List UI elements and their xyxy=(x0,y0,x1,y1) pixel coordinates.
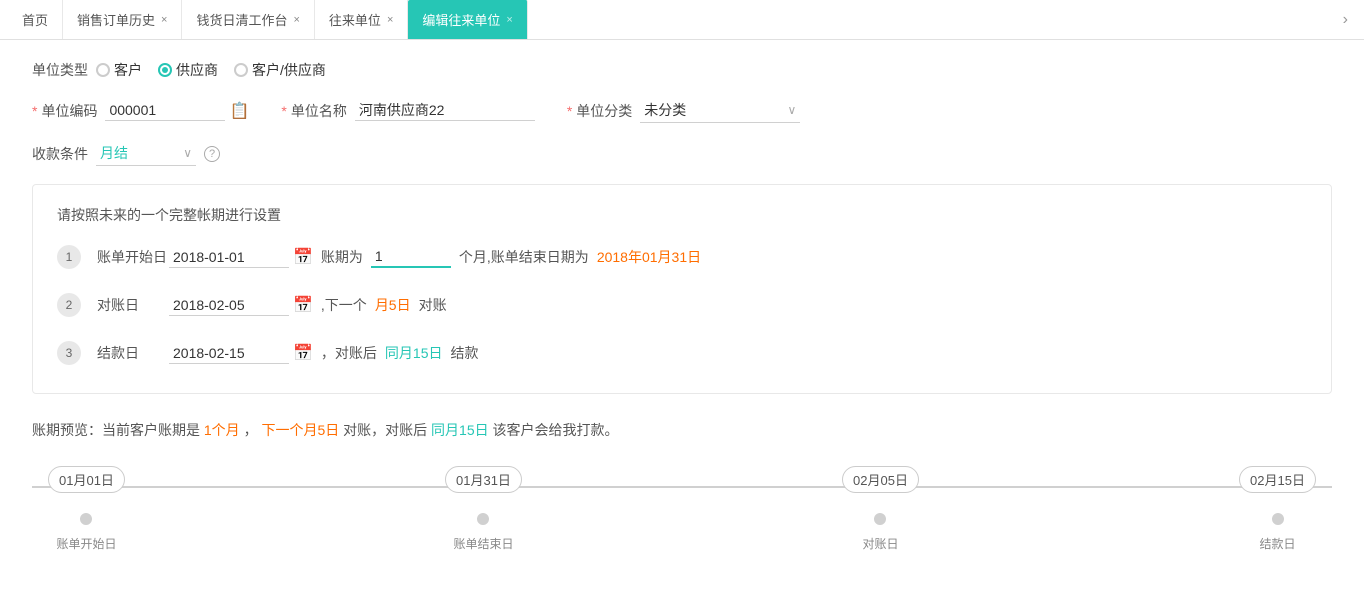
tab-scroll-arrow[interactable]: › xyxy=(1335,11,1356,29)
preview-highlight1: 1个月 xyxy=(204,422,240,438)
period-months-unit: 个月,账单结束日期为 xyxy=(459,247,589,267)
radio-both[interactable]: 客户/供应商 xyxy=(234,60,326,80)
period-suffix-2a: ,下一个 xyxy=(321,295,367,315)
period-date-2[interactable] xyxy=(169,295,289,316)
main-content: 单位类型 客户 供应商 客户/供应商 * 单位编码 📋 * 单位名称 xyxy=(0,40,1364,608)
unit-name-label: 单位名称 xyxy=(291,101,347,121)
unit-type-label: 单位类型 xyxy=(32,60,88,80)
timeline-dot-2 xyxy=(477,513,489,525)
payment-term-value: 月结 xyxy=(96,141,179,165)
timeline-dot-1 xyxy=(80,513,92,525)
period-calendar-3[interactable]: 📅 xyxy=(293,343,313,363)
unit-classify-field: * 单位分类 未分类 ∨ xyxy=(567,98,800,123)
timeline-label-4: 结款日 xyxy=(1260,535,1296,552)
timeline-badge-2: 01月31日 xyxy=(445,466,522,493)
unit-info-row: * 单位编码 📋 * 单位名称 * 单位分类 未分类 ∨ xyxy=(32,98,1332,123)
tab-edit-partner-close[interactable]: × xyxy=(506,14,512,26)
unit-code-field: * 单位编码 📋 xyxy=(32,100,249,121)
tab-sales-history[interactable]: 销售订单历史 × xyxy=(63,0,182,39)
tab-edit-partner[interactable]: 编辑往来单位 × xyxy=(408,0,527,39)
preview-highlight2: 下一个月5日 xyxy=(261,422,339,438)
unit-classify-dropdown[interactable]: 未分类 ∨ xyxy=(640,98,800,123)
period-label-2: 对账日 xyxy=(97,295,157,315)
payment-term-dropdown[interactable]: 月结 ∨ xyxy=(96,141,196,166)
unit-name-field: * 单位名称 xyxy=(281,100,534,121)
radio-customer-label: 客户 xyxy=(114,60,142,80)
payment-term-label: 收款条件 xyxy=(32,144,88,164)
timeline-node-2: 01月31日 账单结束日 xyxy=(445,466,522,552)
preview-highlight3: 同月15日 xyxy=(431,422,489,438)
period-calendar-2[interactable]: 📅 xyxy=(293,295,313,315)
timeline-label-1: 账单开始日 xyxy=(56,535,116,552)
radio-supplier-circle xyxy=(158,63,172,77)
unit-classify-value: 未分类 xyxy=(640,98,783,122)
period-months-input[interactable] xyxy=(371,246,451,268)
tab-cash-work-close[interactable]: × xyxy=(293,14,299,26)
timeline-label-3: 对账日 xyxy=(862,535,898,552)
period-label-3: 结款日 xyxy=(97,343,157,363)
radio-both-circle xyxy=(234,63,248,77)
copy-icon[interactable]: 📋 xyxy=(229,101,249,121)
period-suffix-3c: 结款 xyxy=(451,343,479,363)
radio-customer-circle xyxy=(96,63,110,77)
unit-code-label: 单位编码 xyxy=(41,101,97,121)
period-title: 请按照未来的一个完整帐期进行设置 xyxy=(57,205,1307,225)
tabs-bar: 首页 销售订单历史 × 钱货日清工作台 × 往来单位 × 编辑往来单位 × › xyxy=(0,0,1364,40)
timeline-nodes: 01月01日 账单开始日 01月31日 账单结束日 02月05日 对账日 xyxy=(48,466,1316,552)
radio-customer[interactable]: 客户 xyxy=(96,60,142,80)
tab-sales-history-close[interactable]: × xyxy=(161,14,167,26)
unit-classify-required: * xyxy=(567,103,572,119)
unit-name-input[interactable] xyxy=(355,100,535,121)
unit-classify-arrow[interactable]: ∨ xyxy=(783,103,800,117)
tab-partner-units[interactable]: 往来单位 × xyxy=(315,0,408,39)
timeline-badge-1: 01月01日 xyxy=(48,466,125,493)
timeline-dot-4 xyxy=(1272,513,1284,525)
period-date-3[interactable] xyxy=(169,343,289,364)
payment-term-arrow[interactable]: ∨ xyxy=(179,146,196,160)
period-suffix-2c: 对账 xyxy=(419,295,447,315)
period-suffix-3b: 同月15日 xyxy=(385,343,443,363)
period-calendar-1[interactable]: 📅 xyxy=(293,247,313,267)
unit-name-required: * xyxy=(281,103,286,119)
period-suffix-3a: ，对账后 xyxy=(321,343,377,363)
radio-supplier-label: 供应商 xyxy=(176,60,218,80)
tab-partner-units-close[interactable]: × xyxy=(387,14,393,26)
unit-code-required: * xyxy=(32,103,37,119)
period-row-3: 3 结款日 📅 ，对账后 同月15日 结款 xyxy=(57,341,1307,365)
timeline-dot-3 xyxy=(874,513,886,525)
tab-cash-work[interactable]: 钱货日清工作台 × xyxy=(182,0,314,39)
period-label-1: 账单开始日 xyxy=(97,247,157,267)
radio-both-label: 客户/供应商 xyxy=(252,60,326,80)
timeline-node-4: 02月15日 结款日 xyxy=(1239,466,1316,552)
unit-type-row: 单位类型 客户 供应商 客户/供应商 xyxy=(32,60,1332,80)
period-settings-box: 请按照未来的一个完整帐期进行设置 1 账单开始日 📅 账期为 个月,账单结束日期… xyxy=(32,184,1332,394)
period-end-date-highlight: 2018年01月31日 xyxy=(597,247,701,267)
timeline-label-2: 账单结束日 xyxy=(453,535,513,552)
period-num-1: 1 xyxy=(57,245,81,269)
period-date-1[interactable] xyxy=(169,247,289,268)
period-num-3: 3 xyxy=(57,341,81,365)
period-row-1: 1 账单开始日 📅 账期为 个月,账单结束日期为 2018年01月31日 xyxy=(57,245,1307,269)
payment-term-row: 收款条件 月结 ∨ ? xyxy=(32,141,1332,166)
unit-code-input[interactable] xyxy=(105,100,225,121)
timeline-badge-4: 02月15日 xyxy=(1239,466,1316,493)
period-row-2: 2 对账日 📅 ,下一个 月5日 对账 xyxy=(57,293,1307,317)
unit-classify-label: 单位分类 xyxy=(576,101,632,121)
period-suffix-2b: 月5日 xyxy=(375,295,411,315)
tab-home[interactable]: 首页 xyxy=(8,0,63,39)
unit-type-radio-group: 客户 供应商 客户/供应商 xyxy=(96,60,326,80)
radio-supplier[interactable]: 供应商 xyxy=(158,60,218,80)
timeline: 01月01日 账单开始日 01月31日 账单结束日 02月05日 对账日 xyxy=(32,466,1332,552)
help-icon[interactable]: ? xyxy=(204,146,220,162)
timeline-badge-3: 02月05日 xyxy=(842,466,919,493)
timeline-node-1: 01月01日 账单开始日 xyxy=(48,466,125,552)
timeline-node-3: 02月05日 对账日 xyxy=(842,466,919,552)
period-suffix-1: 账期为 xyxy=(321,247,363,267)
preview-text: 账期预览：当前客户账期是 1个月 ， 下一个月5日 对账，对账后 同月15日 该… xyxy=(32,410,1332,450)
period-num-2: 2 xyxy=(57,293,81,317)
